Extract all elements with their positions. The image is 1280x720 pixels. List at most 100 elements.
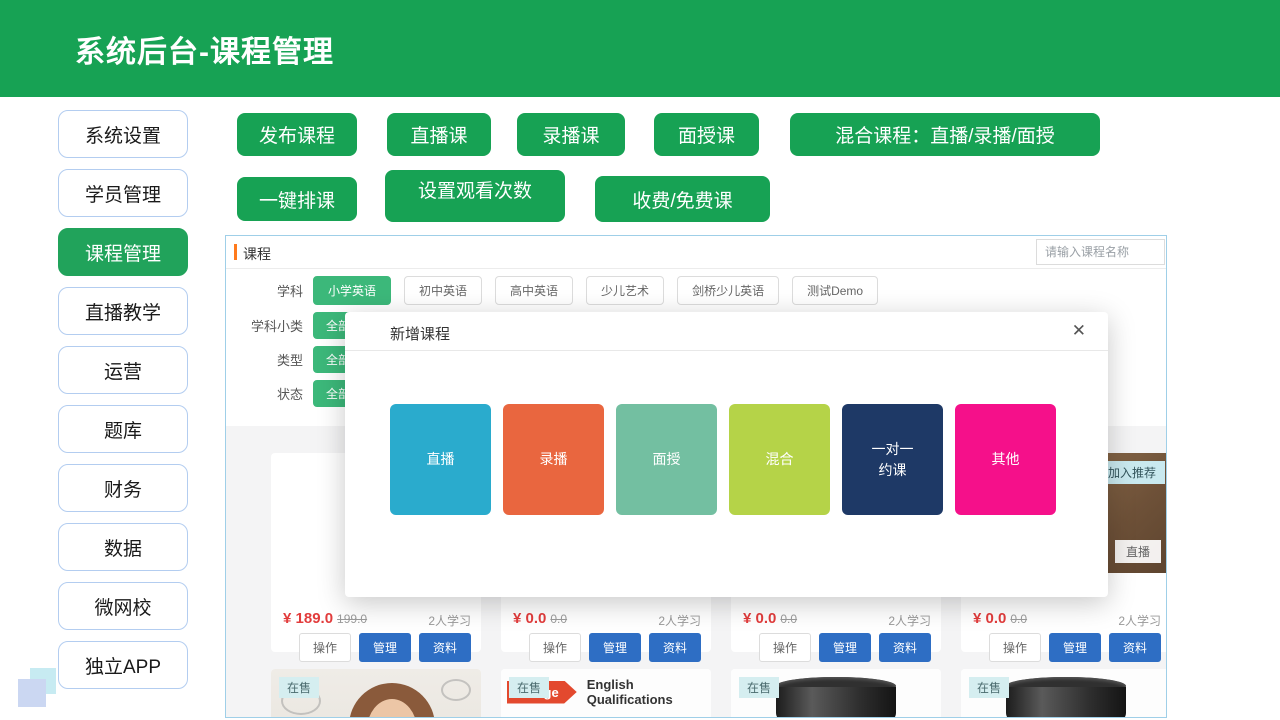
operate-button[interactable]: 操作 — [299, 633, 351, 662]
price-row: ¥ 189.0 199.0 2人学习 — [283, 610, 471, 630]
filter-row-subcategory: 学科小类 全部 — [226, 312, 363, 339]
course-thumbnail-photo: 在售 — [271, 669, 481, 718]
price-row: ¥ 0.0 0.0 2人学习 — [973, 610, 1161, 630]
live-course-button[interactable]: 直播课 — [387, 113, 491, 156]
on-sale-badge: 在售 — [969, 677, 1009, 698]
one-click-schedule-button[interactable]: 一键排课 — [237, 177, 357, 221]
material-button[interactable]: 资料 — [649, 633, 701, 662]
search-input[interactable] — [1036, 239, 1165, 265]
course-original-price: 0.0 — [1010, 612, 1027, 626]
status-label: 状态 — [226, 384, 303, 403]
students-count: 2人学习 — [1118, 612, 1161, 629]
join-recommend-button[interactable]: 加入推荐 — [1099, 461, 1165, 484]
subject-chip-test-demo[interactable]: 测试Demo — [792, 276, 878, 305]
type-tile-other[interactable]: 其他 — [955, 404, 1056, 515]
sidebar-item-system-settings[interactable]: 系统设置 — [58, 110, 188, 158]
app-header: 系统后台-课程管理 — [0, 0, 1280, 97]
course-original-price: 0.0 — [550, 612, 567, 626]
subcategory-label: 学科小类 — [226, 316, 303, 335]
operate-button[interactable]: 操作 — [989, 633, 1041, 662]
sidebar-item-operations[interactable]: 运营 — [58, 346, 188, 394]
course-card-6: bridge English Qualifications 在售 — [501, 669, 711, 718]
new-course-modal: 新增课程 ✕ 直播 录播 面授 混合 一对一 约课 其他 — [345, 312, 1108, 597]
course-card-7: 在售 — [731, 669, 941, 718]
material-button[interactable]: 资料 — [419, 633, 471, 662]
course-card-5: 在售 — [271, 669, 481, 718]
cylinder-graphic — [1006, 677, 1126, 718]
tile-label: 录播 — [540, 449, 568, 470]
cylinder-graphic — [776, 677, 896, 718]
price-row: ¥ 0.0 0.0 2人学习 — [513, 610, 701, 630]
close-icon[interactable]: ✕ — [1072, 321, 1086, 341]
on-sale-badge: 在售 — [509, 677, 549, 698]
sidebar-item-data[interactable]: 数据 — [58, 523, 188, 571]
subject-label: 学科 — [226, 281, 303, 300]
course-price: ¥ 189.0 — [283, 610, 333, 627]
price-row: ¥ 0.0 0.0 2人学习 — [743, 610, 931, 630]
subject-chip-kids-art[interactable]: 少儿艺术 — [586, 276, 664, 305]
publish-course-button[interactable]: 发布课程 — [237, 113, 357, 156]
decor-square-blue — [18, 679, 46, 707]
course-original-price: 199.0 — [337, 612, 367, 626]
manage-button[interactable]: 管理 — [359, 633, 411, 662]
sidebar-item-student-mgmt[interactable]: 学员管理 — [58, 169, 188, 217]
tile-label: 直播 — [427, 449, 455, 470]
sidebar-item-standalone-app[interactable]: 独立APP — [58, 641, 188, 689]
subject-chip-primary-english[interactable]: 小学英语 — [313, 276, 391, 305]
sidebar-item-course-mgmt[interactable]: 课程管理 — [58, 228, 188, 276]
subject-chip-junior-english[interactable]: 初中英语 — [404, 276, 482, 305]
type-tile-live[interactable]: 直播 — [390, 404, 491, 515]
course-original-price: 0.0 — [780, 612, 797, 626]
on-sale-badge: 在售 — [739, 677, 779, 698]
students-count: 2人学习 — [658, 612, 701, 629]
students-count: 2人学习 — [428, 612, 471, 629]
offline-course-button[interactable]: 面授课 — [654, 113, 759, 156]
panel-header: 课程 — [226, 236, 1166, 269]
course-price: ¥ 0.0 — [743, 610, 776, 627]
type-tile-one-on-one[interactable]: 一对一 约课 — [842, 404, 943, 515]
banner-text: English Qualifications — [587, 677, 711, 707]
subject-chip-senior-english[interactable]: 高中英语 — [495, 276, 573, 305]
tile-label: 一对一 — [872, 439, 914, 460]
subject-chip-cambridge-kids[interactable]: 剑桥少儿英语 — [677, 276, 779, 305]
course-card-8: 在售 — [961, 669, 1167, 718]
manage-button[interactable]: 管理 — [1049, 633, 1101, 662]
tile-label: 其他 — [992, 449, 1020, 470]
type-label: 类型 — [226, 350, 303, 369]
sidebar-item-question-bank[interactable]: 题库 — [58, 405, 188, 453]
material-button[interactable]: 资料 — [879, 633, 931, 662]
sidebar-nav: 系统设置 学员管理 课程管理 直播教学 运营 题库 财务 数据 微网校 独立AP… — [58, 110, 188, 689]
type-tile-offline[interactable]: 面授 — [616, 404, 717, 515]
tile-label-line2: 约课 — [879, 460, 907, 481]
course-price: ¥ 0.0 — [513, 610, 546, 627]
course-type-tiles: 直播 录播 面授 混合 一对一 约课 其他 — [390, 404, 1056, 515]
filter-row-subject: 学科 小学英语 初中英语 高中英语 少儿艺术 剑桥少儿英语 测试Demo — [226, 276, 878, 305]
live-tag: 直播 — [1115, 540, 1161, 563]
watch-limit-button[interactable]: 设置观看次数 — [385, 170, 565, 222]
sidebar-item-finance[interactable]: 财务 — [58, 464, 188, 512]
tile-label: 面授 — [653, 449, 681, 470]
operate-button[interactable]: 操作 — [759, 633, 811, 662]
course-thumbnail-banner: bridge English Qualifications 在售 — [501, 669, 711, 718]
students-count: 2人学习 — [888, 612, 931, 629]
operate-button[interactable]: 操作 — [529, 633, 581, 662]
recorded-course-button[interactable]: 录播课 — [517, 113, 625, 156]
manage-button[interactable]: 管理 — [819, 633, 871, 662]
sidebar-item-live-teaching[interactable]: 直播教学 — [58, 287, 188, 335]
material-button[interactable]: 资料 — [1109, 633, 1161, 662]
course-thumbnail-object: 在售 — [731, 669, 941, 718]
accent-bar — [234, 244, 237, 260]
sidebar-item-micro-school[interactable]: 微网校 — [58, 582, 188, 630]
manage-button[interactable]: 管理 — [589, 633, 641, 662]
course-price: ¥ 0.0 — [973, 610, 1006, 627]
type-tile-recorded[interactable]: 录播 — [503, 404, 604, 515]
on-sale-badge: 在售 — [279, 677, 319, 698]
mixed-course-button[interactable]: 混合课程：直播/录播/面授 — [790, 113, 1100, 156]
course-thumbnail-object: 在售 — [961, 669, 1167, 718]
filter-row-status: 状态 全部 — [226, 380, 363, 407]
type-tile-mixed[interactable]: 混合 — [729, 404, 830, 515]
modal-header: 新增课程 ✕ — [345, 312, 1108, 351]
filter-row-type: 类型 全部 — [226, 346, 363, 373]
modal-title: 新增课程 — [390, 323, 450, 344]
fee-free-course-button[interactable]: 收费/免费课 — [595, 176, 770, 222]
